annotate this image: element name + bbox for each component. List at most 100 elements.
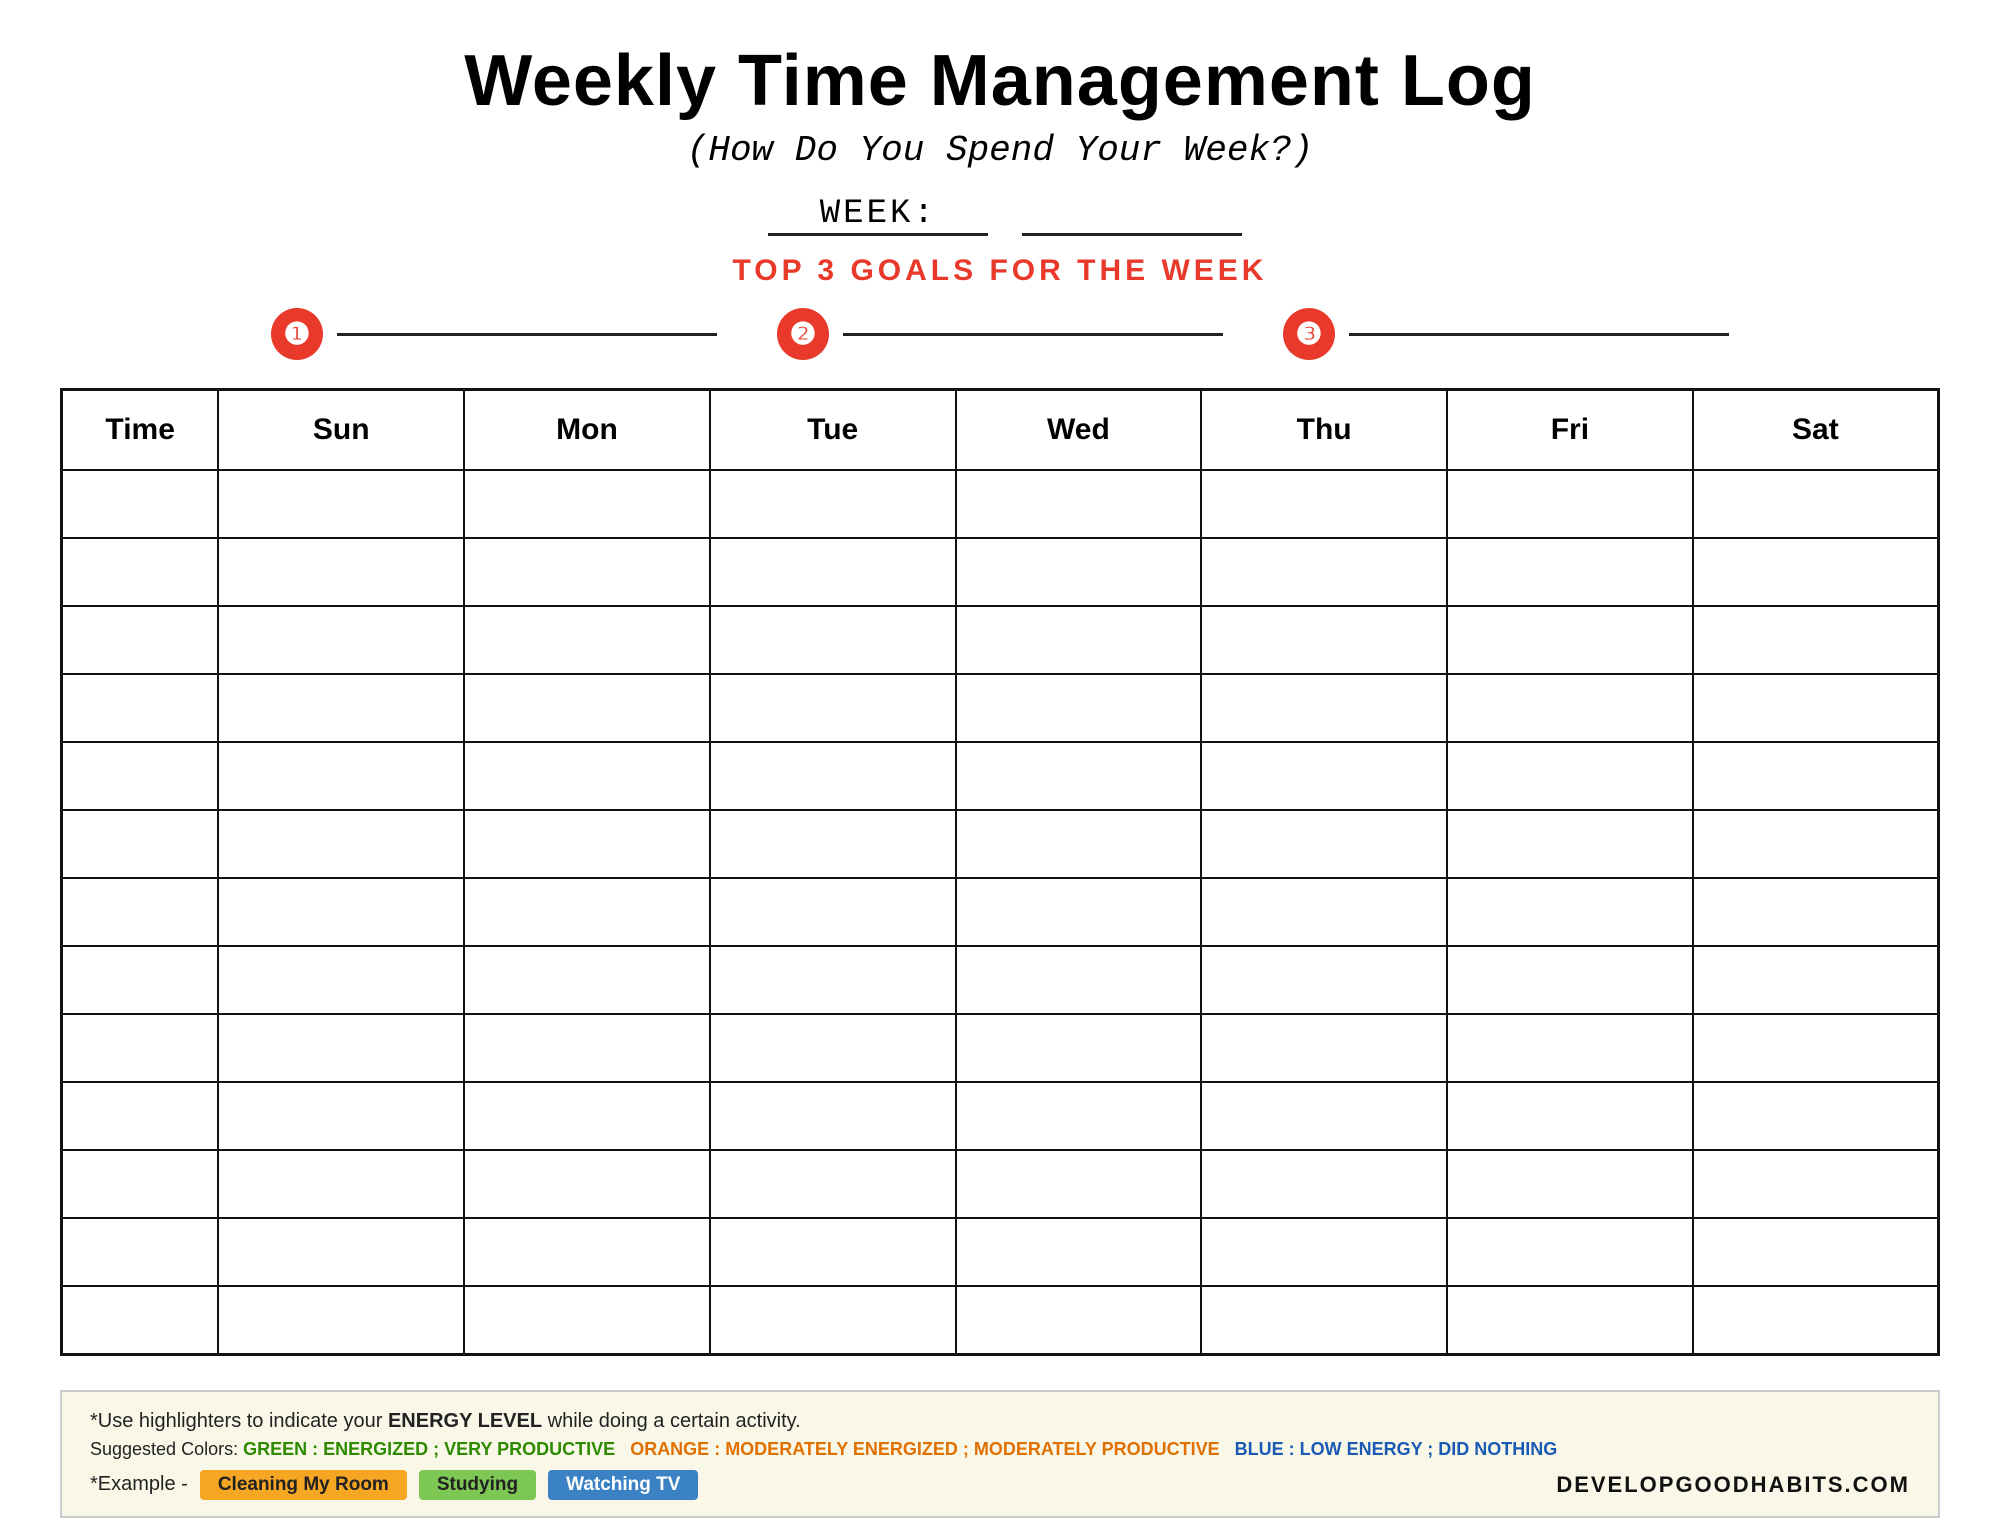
day-cell[interactable] [1201,606,1447,674]
time-cell[interactable] [62,1014,219,1082]
day-cell[interactable] [956,538,1202,606]
day-cell[interactable] [710,1014,956,1082]
day-cell[interactable] [956,1082,1202,1150]
day-cell[interactable] [1447,1014,1693,1082]
day-cell[interactable] [1201,1150,1447,1218]
day-cell[interactable] [956,674,1202,742]
day-cell[interactable] [1693,878,1939,946]
day-cell[interactable] [710,606,956,674]
day-cell[interactable] [956,1218,1202,1286]
day-cell[interactable] [1201,878,1447,946]
day-cell[interactable] [1693,606,1939,674]
day-cell[interactable] [1201,1286,1447,1354]
day-cell[interactable] [710,878,956,946]
day-cell[interactable] [464,606,710,674]
day-cell[interactable] [956,606,1202,674]
day-cell[interactable] [710,742,956,810]
day-cell[interactable] [710,470,956,538]
day-cell[interactable] [218,470,464,538]
day-cell[interactable] [464,742,710,810]
day-cell[interactable] [218,1150,464,1218]
day-cell[interactable] [1693,1286,1939,1354]
day-cell[interactable] [1693,1150,1939,1218]
day-cell[interactable] [1447,1286,1693,1354]
day-cell[interactable] [1693,1082,1939,1150]
day-cell[interactable] [1447,878,1693,946]
day-cell[interactable] [956,810,1202,878]
day-cell[interactable] [218,878,464,946]
day-cell[interactable] [464,1082,710,1150]
day-cell[interactable] [1447,810,1693,878]
day-cell[interactable] [464,810,710,878]
day-cell[interactable] [1693,538,1939,606]
time-cell[interactable] [62,1150,219,1218]
day-cell[interactable] [464,1014,710,1082]
day-cell[interactable] [956,1014,1202,1082]
day-cell[interactable] [218,810,464,878]
day-cell[interactable] [464,946,710,1014]
day-cell[interactable] [1693,946,1939,1014]
time-cell[interactable] [62,878,219,946]
time-cell[interactable] [62,470,219,538]
day-cell[interactable] [218,538,464,606]
day-cell[interactable] [710,674,956,742]
day-cell[interactable] [1693,470,1939,538]
day-cell[interactable] [464,1150,710,1218]
day-cell[interactable] [1447,1218,1693,1286]
day-cell[interactable] [1201,946,1447,1014]
day-cell[interactable] [1447,606,1693,674]
day-cell[interactable] [1201,1218,1447,1286]
day-cell[interactable] [956,470,1202,538]
day-cell[interactable] [1693,674,1939,742]
day-cell[interactable] [956,1150,1202,1218]
day-cell[interactable] [464,878,710,946]
day-cell[interactable] [464,1218,710,1286]
time-cell[interactable] [62,1218,219,1286]
day-cell[interactable] [1201,1014,1447,1082]
day-cell[interactable] [1447,674,1693,742]
time-cell[interactable] [62,1286,219,1354]
day-cell[interactable] [1447,946,1693,1014]
day-cell[interactable] [956,878,1202,946]
day-cell[interactable] [218,1218,464,1286]
day-cell[interactable] [1201,810,1447,878]
day-cell[interactable] [1447,1082,1693,1150]
day-cell[interactable] [1693,810,1939,878]
day-cell[interactable] [1201,538,1447,606]
day-cell[interactable] [1447,742,1693,810]
day-cell[interactable] [710,538,956,606]
day-cell[interactable] [710,1150,956,1218]
day-cell[interactable] [710,810,956,878]
day-cell[interactable] [218,1014,464,1082]
day-cell[interactable] [464,674,710,742]
day-cell[interactable] [956,1286,1202,1354]
time-cell[interactable] [62,538,219,606]
day-cell[interactable] [218,946,464,1014]
time-cell[interactable] [62,606,219,674]
day-cell[interactable] [956,742,1202,810]
day-cell[interactable] [710,1286,956,1354]
day-cell[interactable] [1693,1218,1939,1286]
day-cell[interactable] [710,946,956,1014]
day-cell[interactable] [1447,538,1693,606]
day-cell[interactable] [956,946,1202,1014]
time-cell[interactable] [62,946,219,1014]
day-cell[interactable] [218,606,464,674]
time-cell[interactable] [62,810,219,878]
day-cell[interactable] [1447,1150,1693,1218]
day-cell[interactable] [464,1286,710,1354]
day-cell[interactable] [218,1082,464,1150]
day-cell[interactable] [1201,674,1447,742]
day-cell[interactable] [218,1286,464,1354]
time-cell[interactable] [62,674,219,742]
day-cell[interactable] [1201,470,1447,538]
day-cell[interactable] [218,742,464,810]
day-cell[interactable] [1447,470,1693,538]
day-cell[interactable] [710,1218,956,1286]
time-cell[interactable] [62,742,219,810]
day-cell[interactable] [1693,742,1939,810]
time-cell[interactable] [62,1082,219,1150]
day-cell[interactable] [1201,742,1447,810]
day-cell[interactable] [218,674,464,742]
day-cell[interactable] [710,1082,956,1150]
